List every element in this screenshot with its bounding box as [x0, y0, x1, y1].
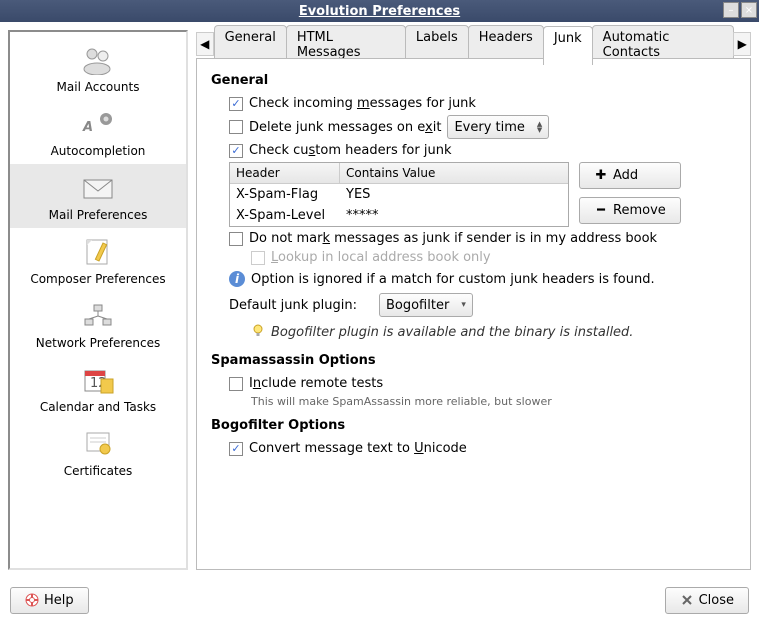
col-header-name[interactable]: Header — [230, 163, 340, 183]
convert-unicode-label[interactable]: Convert message text to Unicode — [249, 441, 467, 456]
life-ring-icon — [25, 593, 39, 607]
ignored-note: Option is ignored if a match for custom … — [251, 272, 655, 287]
spin-arrows-icon: ▲▼ — [537, 121, 542, 133]
tab-scroll-left[interactable]: ◀ — [196, 32, 214, 56]
delete-on-exit-label[interactable]: Delete junk messages on exit — [249, 120, 441, 135]
sidebar-item-label: Network Preferences — [36, 336, 161, 350]
sidebar-item-label: Composer Preferences — [30, 272, 165, 286]
tab-scroll-right[interactable]: ▶ — [733, 32, 751, 56]
default-plugin-combo[interactable]: Bogofilter ▾ — [379, 293, 473, 317]
tab-junk[interactable]: Junk — [543, 26, 593, 65]
sidebar-item-calendar-tasks[interactable]: 12 Calendar and Tasks — [10, 356, 186, 420]
check-custom-headers-checkbox[interactable] — [229, 144, 243, 158]
section-bogofilter-title: Bogofilter Options — [211, 418, 736, 433]
table-row[interactable]: X-Spam-Level ***** — [230, 205, 568, 226]
category-sidebar: Mail Accounts A Autocompletion Mail Pref… — [8, 30, 188, 570]
plus-icon: ✚ — [594, 169, 608, 183]
sidebar-item-certificates[interactable]: Certificates — [10, 420, 186, 484]
check-incoming-label[interactable]: Check incoming messages for junk — [249, 96, 476, 111]
sidebar-item-label: Autocompletion — [51, 144, 146, 158]
certificate-icon — [80, 426, 116, 462]
add-header-button[interactable]: ✚ Add — [579, 162, 681, 189]
include-remote-tests-checkbox[interactable] — [229, 377, 243, 391]
paper-pencil-icon — [80, 234, 116, 270]
sidebar-item-label: Calendar and Tasks — [40, 400, 156, 414]
delete-frequency-value: Every time — [454, 120, 524, 135]
delete-frequency-combo[interactable]: Every time ▲▼ — [447, 115, 549, 139]
not-mark-addressbook-label[interactable]: Do not mark messages as junk if sender i… — [249, 231, 657, 246]
lookup-local-label: Lookup in local address book only — [271, 250, 491, 265]
minimize-button[interactable]: – — [723, 2, 739, 18]
lightbulb-icon — [251, 323, 265, 341]
close-icon — [680, 593, 694, 607]
lookup-local-checkbox — [251, 251, 265, 265]
include-remote-tests-label[interactable]: Include remote tests — [249, 376, 383, 391]
default-plugin-label: Default junk plugin: — [229, 298, 357, 313]
table-row[interactable]: X-Spam-Flag YES — [230, 184, 568, 205]
plugin-availability-note: Bogofilter plugin is available and the b… — [271, 325, 633, 340]
close-window-button[interactable]: × — [741, 2, 757, 18]
title-bar: Evolution Preferences – × — [0, 0, 759, 22]
delete-on-exit-checkbox[interactable] — [229, 120, 243, 134]
minus-icon: ━ — [594, 204, 608, 218]
convert-unicode-checkbox[interactable] — [229, 442, 243, 456]
custom-headers-table[interactable]: Header Contains Value X-Spam-Flag YES X-… — [229, 162, 569, 227]
chevron-down-icon: ▾ — [461, 302, 466, 308]
tab-bar: ◀ General HTML Messages Labels Headers J… — [196, 30, 751, 58]
default-plugin-value: Bogofilter — [386, 298, 449, 313]
sidebar-item-label: Certificates — [64, 464, 133, 478]
people-icon — [80, 42, 116, 78]
window-title: Evolution Preferences — [299, 4, 460, 19]
check-incoming-checkbox[interactable] — [229, 97, 243, 111]
sidebar-item-mail-accounts[interactable]: Mail Accounts — [10, 36, 186, 100]
font-gear-icon: A — [80, 106, 116, 142]
sidebar-item-composer-preferences[interactable]: Composer Preferences — [10, 228, 186, 292]
col-header-value[interactable]: Contains Value — [340, 163, 568, 183]
calendar-icon: 12 — [80, 362, 116, 398]
junk-panel: General Check incoming messages for junk… — [196, 58, 751, 570]
svg-text:A: A — [82, 120, 93, 135]
close-button[interactable]: Close — [665, 587, 749, 614]
sidebar-item-network-preferences[interactable]: Network Preferences — [10, 292, 186, 356]
sidebar-item-mail-preferences[interactable]: Mail Preferences — [10, 164, 186, 228]
envelope-icon — [80, 170, 116, 206]
network-icon — [80, 298, 116, 334]
not-mark-addressbook-checkbox[interactable] — [229, 232, 243, 246]
remove-header-button[interactable]: ━ Remove — [579, 197, 681, 224]
check-custom-headers-label[interactable]: Check custom headers for junk — [249, 143, 451, 158]
help-button[interactable]: Help — [10, 587, 89, 614]
sidebar-item-label: Mail Accounts — [57, 80, 140, 94]
info-icon: i — [229, 271, 245, 287]
section-general-title: General — [211, 73, 736, 88]
sidebar-item-label: Mail Preferences — [49, 208, 148, 222]
sidebar-item-autocompletion[interactable]: A Autocompletion — [10, 100, 186, 164]
spamassassin-hint: This will make SpamAssassin more reliabl… — [251, 395, 736, 408]
section-spamassassin-title: Spamassassin Options — [211, 353, 736, 368]
